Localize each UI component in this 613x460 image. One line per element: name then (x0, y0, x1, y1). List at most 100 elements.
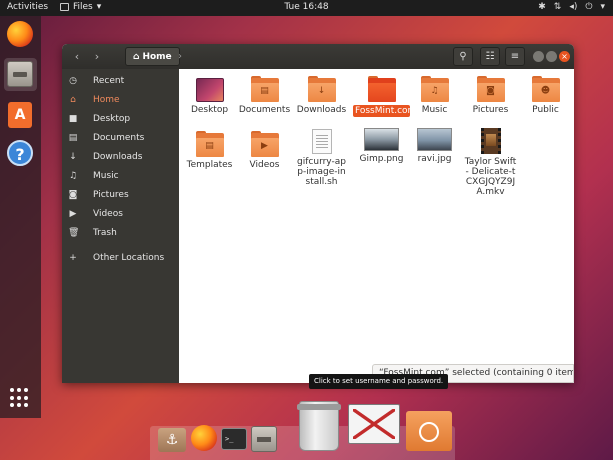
home-icon: ⌂ (133, 51, 140, 62)
mail-icon[interactable] (348, 404, 400, 444)
sidebar-item-recent[interactable]: ◷ Recent (62, 71, 179, 90)
file-label: gifcurry-app-image-install.sh (297, 157, 346, 187)
app-menu[interactable]: Files ▾ (60, 2, 101, 12)
file-item-pictures[interactable]: ◙ Pictures (462, 76, 519, 115)
dock-files[interactable] (4, 58, 37, 91)
files-app-icon (60, 3, 69, 11)
sidebar-item-label: Videos (93, 208, 123, 219)
backup-folder-icon[interactable] (406, 411, 452, 451)
sidebar-item-videos[interactable]: ▶ Videos (62, 204, 179, 223)
music-icon: ♫ (68, 170, 78, 181)
terminal-icon[interactable]: >_ (221, 428, 247, 450)
file-item-documents[interactable]: ▤ Documents (236, 76, 293, 115)
network-icon: ⇅ (553, 2, 562, 12)
dock-help[interactable]: ? (4, 137, 37, 170)
desktop-folder-icon (195, 78, 224, 102)
file-label: FossMint.com (353, 105, 417, 117)
file-item-taylor-swift-mkv[interactable]: Taylor Swift - Delicate-tCXGJQYZ9JA.mkv (464, 128, 517, 197)
software-store-icon: A (8, 102, 32, 128)
system-tray[interactable]: ✱ ⇅ ◂) ⏻ ▾ (538, 2, 605, 12)
sidebar-item-label: Documents (93, 132, 145, 143)
folder-icon: ↓ (307, 76, 336, 102)
file-item-public[interactable]: ☻ Public (517, 76, 574, 115)
trash-icon[interactable] (297, 401, 341, 451)
folder-icon: ▤ (195, 131, 224, 157)
files-icon[interactable] (251, 426, 277, 452)
file-item-gifcurry-script[interactable]: gifcurry-app-image-install.sh (296, 129, 347, 187)
accessibility-icon: ✱ (538, 2, 546, 12)
file-label: Videos (249, 160, 280, 170)
close-button[interactable]: × (559, 51, 570, 62)
firefox-icon[interactable] (191, 425, 217, 451)
places-sidebar: ◷ Recent ⌂ Home ■ Desktop ▤ Documents ↓ … (62, 69, 179, 383)
folder-icon: ☻ (531, 76, 560, 102)
sidebar-item-label: Desktop (93, 113, 131, 124)
video-file-icon (480, 128, 501, 154)
list-view-icon: ☷ (485, 51, 495, 62)
dock: A ? (0, 16, 41, 418)
firefox-icon (7, 21, 33, 47)
dock-software[interactable]: A (4, 98, 37, 131)
file-view: Desktop ▤ Documents ↓ Downloads FossMint… (179, 69, 574, 383)
file-label: Desktop (190, 105, 229, 115)
dock-firefox[interactable] (4, 18, 37, 51)
files-icon (7, 61, 33, 87)
file-label: Templates (186, 160, 233, 170)
hamburger-icon: ≡ (510, 51, 520, 62)
sidebar-item-desktop[interactable]: ■ Desktop (62, 109, 179, 128)
path-forward-icon[interactable]: › (178, 48, 182, 65)
file-item-templates[interactable]: ▤ Templates (181, 131, 238, 170)
sidebar-item-other-locations[interactable]: + Other Locations (62, 248, 179, 267)
show-applications-icon[interactable] (10, 388, 30, 408)
view-toggle-button[interactable]: ☷ (480, 47, 500, 66)
file-label: ravi.jpg (417, 154, 452, 164)
file-item-desktop[interactable]: Desktop (181, 78, 238, 115)
home-icon: ⌂ (70, 94, 76, 105)
path-home-button[interactable]: ⌂ Home (125, 47, 180, 66)
image-thumbnail-icon (417, 128, 452, 151)
app-menu-label: Files (73, 2, 93, 12)
sidebar-item-trash[interactable]: 🗑 Trash (62, 223, 179, 242)
volume-icon: ◂) (569, 2, 578, 12)
close-icon: × (561, 52, 568, 61)
minimize-button[interactable] (533, 51, 544, 62)
camera-icon: ◙ (68, 189, 78, 200)
forward-button[interactable]: › (88, 48, 106, 65)
header-bar: ‹ › ⌂ Home › ⚲ ☷ ≡ × (62, 44, 574, 69)
file-label: Public (532, 105, 559, 115)
menu-button[interactable]: ≡ (505, 47, 525, 66)
file-item-gimp-png[interactable]: Gimp.png (353, 128, 410, 164)
back-button[interactable]: ‹ (68, 48, 86, 65)
file-label: Music (421, 105, 448, 115)
video-icon: ▶ (69, 208, 77, 219)
file-item-fossmint[interactable]: FossMint.com (353, 76, 417, 117)
search-button[interactable]: ⚲ (453, 47, 473, 66)
path-label: Home (142, 51, 172, 62)
sidebar-item-documents[interactable]: ▤ Documents (62, 128, 179, 147)
file-item-downloads[interactable]: ↓ Downloads (293, 76, 350, 115)
maximize-button[interactable] (546, 51, 557, 62)
file-label: Downloads (296, 105, 347, 115)
sidebar-item-label: Recent (93, 75, 125, 86)
activities-button[interactable]: Activities (7, 2, 48, 12)
file-label: Pictures (472, 105, 509, 115)
file-label: Taylor Swift - Delicate-tCXGJQYZ9JA.mkv (464, 157, 517, 197)
file-label: Documents (238, 105, 291, 115)
image-thumbnail-icon (364, 128, 399, 151)
sidebar-item-home[interactable]: ⌂ Home (62, 90, 179, 109)
sidebar-item-pictures[interactable]: ◙ Pictures (62, 185, 179, 204)
trash-icon: 🗑 (68, 227, 80, 238)
sidebar-item-label: Trash (93, 227, 117, 238)
help-icon: ? (7, 140, 33, 166)
file-item-music[interactable]: ♫ Music (406, 76, 463, 115)
file-item-ravi-jpg[interactable]: ravi.jpg (406, 128, 463, 164)
anchor-app-icon[interactable]: ⚓ (158, 428, 186, 452)
sidebar-item-music[interactable]: ♫ Music (62, 166, 179, 185)
files-window: ‹ › ⌂ Home › ⚲ ☷ ≡ × ◷ Recent ⌂ Home ■ D… (62, 44, 574, 383)
folder-icon: ♫ (420, 76, 449, 102)
sidebar-item-downloads[interactable]: ↓ Downloads (62, 147, 179, 166)
folder-icon: ■ (68, 113, 78, 124)
clock-icon: ◷ (69, 75, 77, 86)
file-item-videos[interactable]: ▶ Videos (236, 131, 293, 170)
chevron-down-icon: ▾ (600, 2, 605, 12)
